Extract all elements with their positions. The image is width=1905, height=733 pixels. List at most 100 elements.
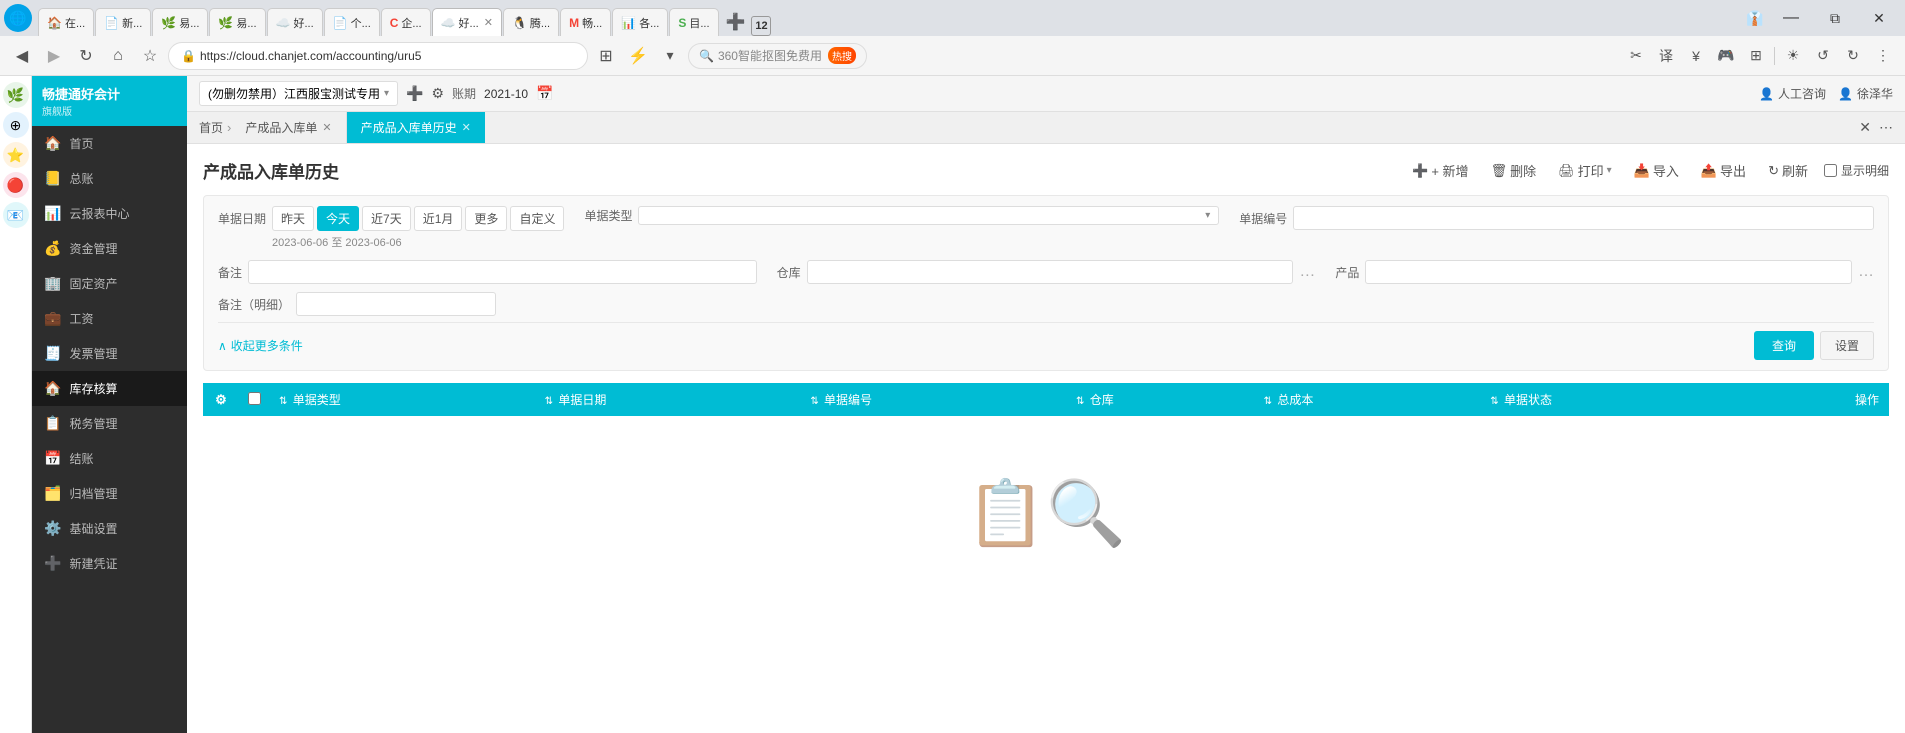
import-button[interactable]: 📥 导入	[1628, 158, 1685, 183]
page-tab-history-close[interactable]: ✕	[462, 121, 471, 134]
quick-icon-1[interactable]: 🌿	[3, 82, 29, 108]
tab-12[interactable]: S 目...	[669, 8, 718, 36]
gear-col-header[interactable]: ⚙	[203, 383, 239, 416]
restore-button[interactable]: ⧉	[1813, 3, 1857, 33]
table-gear-icon[interactable]: ⚙	[215, 392, 227, 407]
settings-filter-button[interactable]: 设置	[1820, 331, 1874, 360]
minimize-button[interactable]: —	[1769, 3, 1813, 33]
type-select[interactable]: ▾	[638, 206, 1219, 225]
tab-10[interactable]: M 畅...	[560, 8, 611, 36]
custom-date-button[interactable]: 自定义	[510, 206, 564, 231]
print-button[interactable]: 🖨 打印 ▾	[1552, 158, 1618, 183]
game-tool[interactable]: 🎮	[1712, 42, 1740, 70]
tab-6[interactable]: 📄 个...	[324, 8, 380, 36]
nav-item-closing[interactable]: 📅 结账	[32, 441, 187, 476]
yesterday-button[interactable]: 昨天	[272, 206, 314, 231]
tab-9[interactable]: 🐧 腾...	[503, 8, 559, 36]
scissors-tool[interactable]: ✂	[1622, 42, 1650, 70]
warehouse-filter-input[interactable]	[807, 260, 1294, 284]
quick-icon-5[interactable]: 📧	[3, 202, 29, 228]
home-button[interactable]: ⌂	[104, 42, 132, 70]
undo-tool[interactable]: ↺	[1809, 42, 1837, 70]
page-tab-history[interactable]: 产成品入库单历史 ✕	[347, 112, 485, 143]
product-more-icon[interactable]: …	[1858, 263, 1874, 281]
breadcrumb-home[interactable]: 首页	[199, 119, 223, 136]
settings-btn-top[interactable]: ⚙	[431, 85, 444, 102]
new-tab-button[interactable]: ➕	[720, 8, 752, 36]
dropdown-button[interactable]: ▾	[656, 42, 684, 70]
close-button[interactable]: ✕	[1857, 3, 1901, 33]
nav-item-assets[interactable]: 🏢 固定资产	[32, 266, 187, 301]
lightning-button[interactable]: ⚡	[624, 42, 652, 70]
refresh-page-button[interactable]: ↻ 刷新	[1762, 158, 1814, 183]
more-date-button[interactable]: 更多	[465, 206, 507, 231]
tab-5[interactable]: ☁️ 好...	[267, 8, 323, 36]
panel-close-icon[interactable]: ✕	[1859, 119, 1871, 136]
url-bar[interactable]: 🔒 https://cloud.chanjet.com/accounting/u…	[168, 42, 588, 70]
tab-8-close[interactable]: ✕	[484, 16, 493, 29]
week7-button[interactable]: 近7天	[362, 206, 411, 231]
tab-1[interactable]: 🏠 在...	[38, 8, 94, 36]
page-tab-list-close[interactable]: ✕	[322, 121, 331, 134]
redo-tool[interactable]: ↻	[1839, 42, 1867, 70]
tab-11[interactable]: 📊 各...	[612, 8, 668, 36]
quick-icon-4[interactable]: 🔴	[3, 172, 29, 198]
tab-8-active[interactable]: ☁️ 好... ✕	[432, 8, 502, 36]
nav-item-archive[interactable]: 🗂️ 归档管理	[32, 476, 187, 511]
page-tab-list[interactable]: 产成品入库单 ✕	[231, 112, 346, 143]
nav-item-ledger[interactable]: 📒 总账	[32, 161, 187, 196]
nav-item-salary[interactable]: 💼 工资	[32, 301, 187, 336]
quick-icon-2[interactable]: ⊕	[3, 112, 29, 138]
bookmark-button[interactable]: ☆	[136, 42, 164, 70]
nav-item-funds[interactable]: 💰 资金管理	[32, 231, 187, 266]
tab-7[interactable]: C 企...	[381, 8, 431, 36]
nav-item-reports[interactable]: 📊 云报表中心	[32, 196, 187, 231]
date-col-header[interactable]: ⇅ 单据日期	[535, 383, 801, 416]
note-detail-input[interactable]	[296, 292, 496, 316]
yuan-tool[interactable]: ¥	[1682, 42, 1710, 70]
query-button[interactable]: 查询	[1754, 331, 1814, 360]
tab-3[interactable]: 🌿 易...	[152, 8, 208, 36]
nav-item-settings[interactable]: ⚙️ 基础设置	[32, 511, 187, 546]
month1-button[interactable]: 近1月	[414, 206, 463, 231]
extensions-button[interactable]: ⊞	[592, 42, 620, 70]
nav-item-inventory[interactable]: 🏠 库存核算	[32, 371, 187, 406]
delete-button[interactable]: 🗑 删除	[1485, 158, 1543, 183]
today-button[interactable]: 今天	[317, 206, 359, 231]
nav-item-invoice[interactable]: 🧾 发票管理	[32, 336, 187, 371]
company-selector[interactable]: (勿删勿禁用）江西服宝测试专用 ▾	[199, 81, 398, 106]
type-col-header[interactable]: ⇅ 单据类型	[269, 383, 535, 416]
show-detail-input[interactable]	[1824, 164, 1837, 177]
select-all-checkbox[interactable]	[248, 392, 261, 405]
more-tool[interactable]: ⋮	[1869, 42, 1897, 70]
forward-button[interactable]: ▶	[40, 42, 68, 70]
service-button[interactable]: 👤 人工咨询	[1759, 85, 1826, 102]
nav-item-tax[interactable]: 📋 税务管理	[32, 406, 187, 441]
collapse-button[interactable]: ∧ 收起更多条件	[218, 337, 303, 354]
product-filter-input[interactable]	[1365, 260, 1852, 284]
cost-col-header[interactable]: ⇅ 总成本	[1254, 383, 1481, 416]
browser-logo[interactable]: 🌐	[4, 4, 32, 32]
show-detail-checkbox[interactable]: 显示明细	[1824, 162, 1889, 179]
back-button[interactable]: ◀	[8, 42, 36, 70]
warehouse-more-icon[interactable]: …	[1299, 263, 1315, 281]
nav-item-home[interactable]: 🏠 首页	[32, 126, 187, 161]
panel-more-icon[interactable]: ⋯	[1879, 119, 1893, 136]
calendar-icon[interactable]: 📅	[536, 85, 553, 102]
shirt-icon[interactable]: 👔	[1741, 4, 1769, 32]
warehouse-col-header[interactable]: ⇅ 仓库	[1066, 383, 1254, 416]
export-button[interactable]: 📤 导出	[1695, 158, 1752, 183]
quick-icon-3[interactable]: ⭐	[3, 142, 29, 168]
translate-tool[interactable]: 译	[1652, 42, 1680, 70]
nav-sidebar-header[interactable]: 畅捷通好会计 旗舰版	[32, 76, 187, 126]
add-company-btn[interactable]: ➕	[406, 85, 423, 102]
light-tool[interactable]: ☀	[1779, 42, 1807, 70]
add-button[interactable]: ➕ + 新增	[1406, 158, 1474, 183]
user-button[interactable]: 👤 徐泽华	[1838, 85, 1893, 102]
number-filter-input[interactable]	[1293, 206, 1874, 230]
refresh-button[interactable]: ↻	[72, 42, 100, 70]
tab-2[interactable]: 📄 新...	[95, 8, 151, 36]
nav-item-newbill[interactable]: ➕ 新建凭证	[32, 546, 187, 581]
tab-4[interactable]: 🌿 易...	[209, 8, 265, 36]
search-box[interactable]: 🔍 360智能抠图免费用 热搜	[688, 43, 867, 69]
